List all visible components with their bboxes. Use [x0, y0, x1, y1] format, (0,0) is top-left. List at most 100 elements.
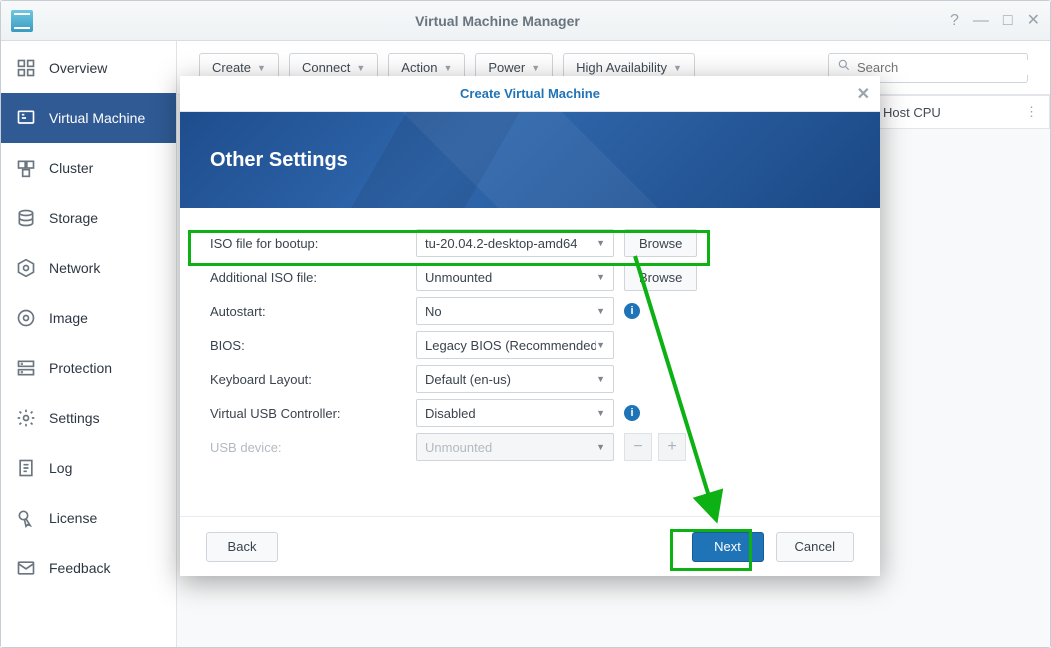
chevron-down-icon: ▼ — [443, 63, 452, 73]
window-title: Virtual Machine Manager — [45, 13, 950, 29]
row-autostart: Autostart: No ▼ i — [210, 294, 850, 328]
sidebar-item-cluster[interactable]: Cluster — [1, 143, 176, 193]
autostart-value: No — [425, 304, 442, 319]
search-icon — [837, 58, 851, 77]
iso-select[interactable]: tu-20.04.2-desktop-amd64 ▼ — [416, 229, 614, 257]
autostart-select[interactable]: No ▼ — [416, 297, 614, 325]
row-keyboard: Keyboard Layout: Default (en-us) ▼ — [210, 362, 850, 396]
sidebar-item-label: License — [49, 510, 97, 526]
close-icon[interactable]: ✕ — [1027, 13, 1040, 29]
modal-form: ISO file for bootup: tu-20.04.2-desktop-… — [180, 208, 880, 516]
usb-label: Virtual USB Controller: — [210, 406, 416, 421]
bios-label: BIOS: — [210, 338, 416, 353]
remove-usb-button: − — [624, 433, 652, 461]
app-icon — [11, 10, 33, 32]
titlebar: Virtual Machine Manager ? — □ ✕ — [1, 1, 1050, 41]
chevron-down-icon: ▼ — [596, 408, 605, 418]
sidebar-item-license[interactable]: License — [1, 493, 176, 543]
more-icon[interactable]: ⋮ — [1025, 104, 1039, 120]
host-cpu-panel[interactable]: Host CPU ⋮ — [872, 95, 1050, 129]
modal-titlebar: Create Virtual Machine ✕ — [180, 76, 880, 112]
window-controls: ? — □ ✕ — [950, 13, 1040, 29]
modal-close-icon[interactable]: ✕ — [857, 84, 870, 104]
sidebar-item-overview[interactable]: Overview — [1, 43, 176, 93]
usbdev-value: Unmounted — [425, 440, 492, 455]
sidebar-item-protection[interactable]: Protection — [1, 343, 176, 393]
chevron-down-icon: ▼ — [356, 63, 365, 73]
sidebar-item-virtual-machine[interactable]: Virtual Machine — [1, 93, 176, 143]
modal-title: Create Virtual Machine — [460, 86, 600, 101]
chevron-down-icon: ▼ — [596, 306, 605, 316]
chevron-down-icon: ▼ — [257, 63, 266, 73]
row-additional-iso: Additional ISO file: Unmounted ▼ Browse — [210, 260, 850, 294]
back-button[interactable]: Back — [206, 532, 278, 562]
sidebar-item-network[interactable]: Network — [1, 243, 176, 293]
sidebar-item-label: Storage — [49, 210, 98, 226]
kbd-value: Default (en-us) — [425, 372, 511, 387]
chevron-down-icon: ▼ — [596, 238, 605, 248]
sidebar-item-settings[interactable]: Settings — [1, 393, 176, 443]
cluster-icon — [15, 157, 37, 179]
chevron-down-icon: ▼ — [673, 63, 682, 73]
iso-value: tu-20.04.2-desktop-amd64 — [425, 236, 577, 251]
help-icon[interactable]: ? — [950, 13, 959, 29]
sidebar-item-feedback[interactable]: Feedback — [1, 543, 176, 593]
modal-footer: Back Next Cancel — [180, 516, 880, 576]
kbd-label: Keyboard Layout: — [210, 372, 416, 387]
gear-icon — [15, 407, 37, 429]
minimize-icon[interactable]: — — [973, 13, 989, 29]
overview-icon — [15, 57, 37, 79]
create-vm-modal: Create Virtual Machine ✕ Other Settings … — [180, 76, 880, 576]
sidebar-item-label: Overview — [49, 60, 107, 76]
bios-value: Legacy BIOS (Recommended) — [425, 338, 596, 353]
modal-hero: Other Settings — [180, 112, 880, 208]
info-icon[interactable]: i — [624, 405, 640, 421]
iso-label: ISO file for bootup: — [210, 236, 416, 251]
addiso-select[interactable]: Unmounted ▼ — [416, 263, 614, 291]
addiso-browse-button[interactable]: Browse — [624, 263, 697, 291]
sidebar-item-label: Network — [49, 260, 100, 276]
modal-step-title: Other Settings — [210, 149, 348, 172]
image-icon — [15, 307, 37, 329]
chevron-down-icon: ▼ — [596, 442, 605, 452]
sidebar: Overview Virtual Machine Cluster Storage… — [1, 41, 177, 647]
sidebar-item-label: Image — [49, 310, 88, 326]
storage-icon — [15, 207, 37, 229]
sidebar-item-label: Cluster — [49, 160, 93, 176]
protection-icon — [15, 357, 37, 379]
add-usb-button: + — [658, 433, 686, 461]
iso-browse-button[interactable]: Browse — [624, 229, 697, 257]
chevron-down-icon: ▼ — [596, 272, 605, 282]
autostart-label: Autostart: — [210, 304, 416, 319]
row-iso: ISO file for bootup: tu-20.04.2-desktop-… — [210, 226, 850, 260]
usbdev-select: Unmounted ▼ — [416, 433, 614, 461]
row-usb-controller: Virtual USB Controller: Disabled ▼ i — [210, 396, 850, 430]
vm-icon — [15, 107, 37, 129]
chevron-down-icon: ▼ — [596, 340, 605, 350]
kbd-select[interactable]: Default (en-us) ▼ — [416, 365, 614, 393]
sidebar-item-label: Log — [49, 460, 72, 476]
sidebar-item-label: Feedback — [49, 560, 110, 576]
addiso-label: Additional ISO file: — [210, 270, 416, 285]
row-usb-device: USB device: Unmounted ▼ − + — [210, 430, 850, 464]
sidebar-item-log[interactable]: Log — [1, 443, 176, 493]
usb-select[interactable]: Disabled ▼ — [416, 399, 614, 427]
chevron-down-icon: ▼ — [531, 63, 540, 73]
chevron-down-icon: ▼ — [596, 374, 605, 384]
license-icon — [15, 507, 37, 529]
sidebar-item-storage[interactable]: Storage — [1, 193, 176, 243]
cancel-button[interactable]: Cancel — [776, 532, 854, 562]
info-icon[interactable]: i — [624, 303, 640, 319]
right-panel: Host CPU ⋮ — [872, 95, 1050, 129]
sidebar-item-label: Virtual Machine — [49, 110, 145, 126]
maximize-icon[interactable]: □ — [1003, 13, 1013, 29]
log-icon — [15, 457, 37, 479]
feedback-icon — [15, 557, 37, 579]
row-bios: BIOS: Legacy BIOS (Recommended) ▼ — [210, 328, 850, 362]
host-cpu-label: Host CPU — [883, 105, 941, 120]
sidebar-item-image[interactable]: Image — [1, 293, 176, 343]
sidebar-item-label: Settings — [49, 410, 100, 426]
next-button[interactable]: Next — [692, 532, 764, 562]
search-input[interactable] — [857, 60, 1033, 75]
bios-select[interactable]: Legacy BIOS (Recommended) ▼ — [416, 331, 614, 359]
